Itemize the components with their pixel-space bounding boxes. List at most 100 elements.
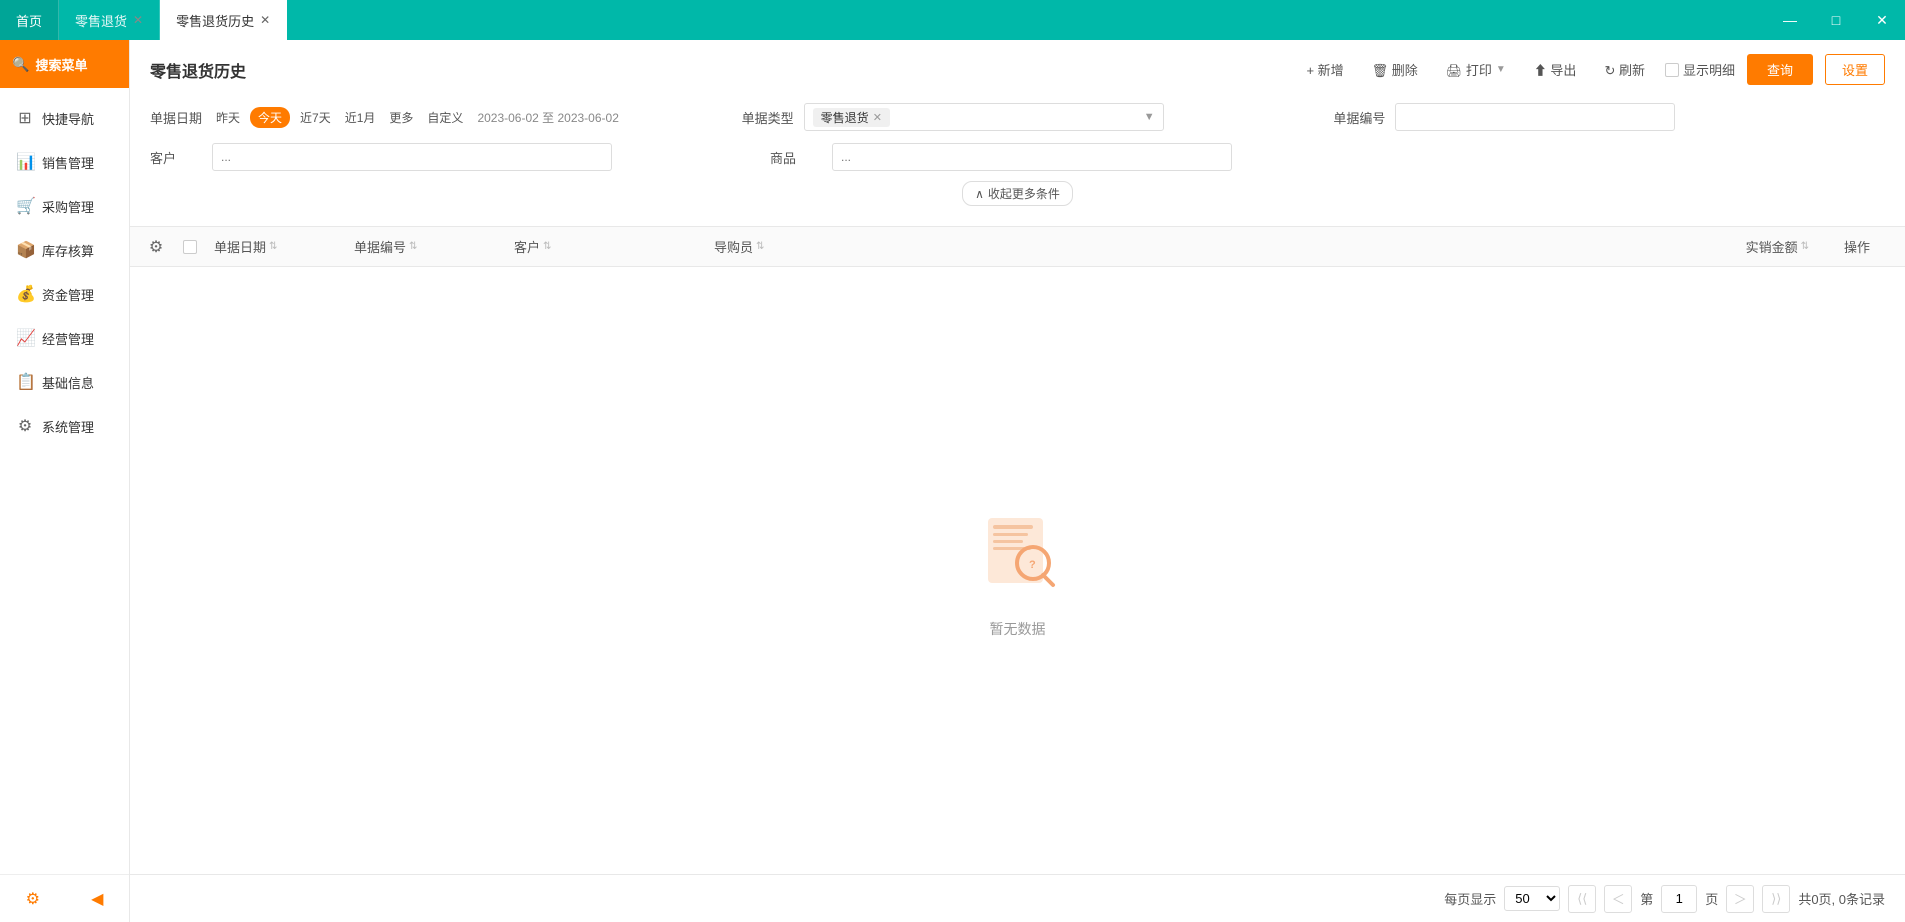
system-mgmt-icon: ⚙ — [16, 416, 34, 436]
page-header: 零售退货历史 + 新增 🗑 删除 🖨 打印 ▼ ⬆ 导出 — [130, 40, 1905, 227]
customer-input[interactable] — [212, 143, 612, 171]
refresh-button[interactable]: ↻ 刷新 — [1596, 56, 1653, 83]
delete-label: 🗑 删除 — [1372, 60, 1418, 79]
svg-text:?: ? — [1029, 559, 1036, 571]
tab-return-history[interactable]: 零售退货历史 ✕ — [160, 0, 287, 40]
export-button[interactable]: ⬆ 导出 — [1526, 56, 1585, 83]
filter-row-1: 单据日期 昨天 今天 近7天 近1月 更多 自定义 2023-06-02 至 2… — [150, 97, 1885, 137]
print-label: 🖨 打印 — [1446, 60, 1492, 79]
sidebar-item-quick-nav[interactable]: ⊞ 快捷导航 — [0, 96, 129, 140]
th-doc-no[interactable]: 单据编号 ⇅ — [346, 237, 506, 256]
new-button[interactable]: + 新增 — [1298, 56, 1351, 83]
sidebar-item-base-info-label: 基础信息 — [42, 373, 94, 392]
print-arrow-icon: ▼ — [1496, 64, 1506, 75]
tab-return-close[interactable]: ✕ — [133, 13, 143, 27]
sidebar-search[interactable]: 🔍 搜索菜单 — [0, 40, 129, 88]
sidebar-item-operations-label: 经营管理 — [42, 329, 94, 348]
show-detail-checkbox[interactable] — [1665, 63, 1679, 77]
first-page-button[interactable]: ⟨⟨ — [1568, 885, 1596, 913]
select-all-checkbox[interactable] — [183, 240, 197, 254]
filter-customer: 客户 — [150, 143, 730, 171]
close-button[interactable]: ✕ — [1859, 0, 1905, 40]
content-area: 零售退货历史 + 新增 🗑 删除 🖨 打印 ▼ ⬆ 导出 — [130, 40, 1905, 922]
sidebar-nav: ⊞ 快捷导航 📊 销售管理 🛒 采购管理 📦 库存核算 💰 资金管理 📈 — [0, 88, 129, 874]
doc-no-label: 单据编号 — [1333, 108, 1389, 127]
doc-no-input[interactable] — [1395, 103, 1675, 131]
last-page-button[interactable]: ⟩⟩ — [1762, 885, 1790, 913]
date-opt-7days[interactable]: 近7天 — [296, 107, 335, 128]
search-text: 搜索菜单 — [35, 55, 87, 74]
base-info-icon: 📋 — [16, 372, 34, 392]
th-guide-label: 导购员 — [714, 237, 753, 256]
sidebar-item-purchase-mgmt[interactable]: 🛒 采购管理 — [0, 184, 129, 228]
query-button[interactable]: 查询 — [1747, 54, 1813, 85]
table-select-all-checkbox[interactable] — [174, 240, 206, 254]
maximize-button[interactable]: □ — [1813, 0, 1859, 40]
page-size-select[interactable]: 10 20 50 100 — [1504, 886, 1560, 911]
filter-row-2: 客户 商品 — [150, 137, 1885, 177]
tab-return-history-close[interactable]: ✕ — [260, 13, 270, 27]
date-opt-more[interactable]: 更多 — [385, 107, 417, 128]
th-customer-label: 客户 — [514, 237, 540, 256]
date-opt-yesterday[interactable]: 昨天 — [212, 107, 244, 128]
tab-return[interactable]: 零售退货 ✕ — [59, 0, 160, 40]
tab-home[interactable]: 首页 — [0, 0, 59, 40]
doc-type-tag: 零售退货 ✕ — [813, 108, 890, 127]
collapse-label: 收起更多条件 — [988, 185, 1060, 202]
sidebar-item-system-label: 系统管理 — [42, 417, 94, 436]
pagination-bar: 每页显示 10 20 50 100 ⟨⟨ ＜ 第 页 ＞ ⟩⟩ 共0页, 0条记… — [130, 874, 1905, 922]
doc-type-select[interactable]: 零售退货 ✕ ▼ — [804, 103, 1164, 131]
th-guide-sort-icon: ⇅ — [756, 242, 764, 252]
empty-state: ? 暂无数据 — [130, 267, 1905, 874]
doc-type-label: 单据类型 — [742, 108, 798, 127]
prev-page-button[interactable]: ＜ — [1604, 885, 1632, 913]
inventory-icon: 📦 — [16, 240, 34, 260]
finance-icon: 💰 — [16, 284, 34, 304]
tab-return-history-label: 零售退货历史 — [176, 11, 254, 30]
date-opt-1month[interactable]: 近1月 — [341, 107, 380, 128]
empty-illustration: ? — [968, 503, 1068, 603]
doc-type-tag-close[interactable]: ✕ — [873, 111, 882, 124]
sidebar-item-inventory[interactable]: 📦 库存核算 — [0, 228, 129, 272]
sidebar-item-sales-mgmt[interactable]: 📊 销售管理 — [0, 140, 129, 184]
sidebar-item-operations[interactable]: 📈 经营管理 — [0, 316, 129, 360]
show-detail-text: 显示明细 — [1683, 60, 1735, 79]
show-detail-label[interactable]: 显示明细 — [1665, 60, 1735, 79]
sidebar-item-base-info[interactable]: 📋 基础信息 — [0, 360, 129, 404]
sidebar-item-quick-nav-label: 快捷导航 — [42, 109, 94, 128]
th-doc-date-sort-icon: ⇅ — [269, 242, 277, 252]
filter-doc-no: 单据编号 — [1333, 103, 1885, 131]
th-doc-no-label: 单据编号 — [354, 237, 406, 256]
th-guide[interactable]: 导购员 ⇅ — [706, 237, 826, 256]
empty-text: 暂无数据 — [990, 619, 1046, 639]
setting-button[interactable]: 设置 — [1825, 54, 1885, 85]
sidebar-item-system-mgmt[interactable]: ⚙ 系统管理 — [0, 404, 129, 448]
filter-doc-date: 单据日期 昨天 今天 近7天 近1月 更多 自定义 2023-06-02 至 2… — [150, 107, 702, 128]
sidebar-toggle-button[interactable]: ◀ — [91, 889, 103, 909]
print-button[interactable]: 🖨 打印 ▼ — [1438, 56, 1514, 83]
th-customer[interactable]: 客户 ⇅ — [506, 237, 706, 256]
page-word-pre: 第 — [1640, 889, 1653, 908]
page-word-post: 页 — [1705, 889, 1718, 908]
delete-button[interactable]: 🗑 删除 — [1364, 56, 1426, 83]
purchase-mgmt-icon: 🛒 — [16, 196, 34, 216]
top-bar: 首页 零售退货 ✕ 零售退货历史 ✕ — □ ✕ — [0, 0, 1905, 40]
date-options: 昨天 今天 近7天 近1月 更多 自定义 — [212, 107, 467, 128]
date-opt-custom[interactable]: 自定义 — [423, 107, 467, 128]
th-doc-date[interactable]: 单据日期 ⇅ — [206, 237, 346, 256]
sidebar-item-finance[interactable]: 💰 资金管理 — [0, 272, 129, 316]
minimize-button[interactable]: — — [1767, 0, 1813, 40]
tabs-area: 首页 零售退货 ✕ 零售退货历史 ✕ — [0, 0, 884, 40]
goods-input[interactable] — [832, 143, 1232, 171]
tab-return-label: 零售退货 — [75, 11, 127, 30]
next-page-button[interactable]: ＞ — [1726, 885, 1754, 913]
table-settings-icon[interactable]: ⚙ — [138, 237, 174, 257]
th-amount[interactable]: 实销金额 ⇅ — [1717, 237, 1817, 256]
page-number-input[interactable] — [1661, 885, 1697, 913]
collapse-button[interactable]: ∧ 收起更多条件 — [962, 181, 1073, 206]
date-opt-today[interactable]: 今天 — [250, 107, 290, 128]
sales-mgmt-icon: 📊 — [16, 152, 34, 172]
table-container: ⚙ 单据日期 ⇅ 单据编号 ⇅ 客户 ⇅ 导购员 ⇅ — [130, 227, 1905, 874]
refresh-label: ↻ 刷新 — [1604, 60, 1645, 79]
sidebar-settings-button[interactable]: ⚙ — [26, 889, 40, 909]
